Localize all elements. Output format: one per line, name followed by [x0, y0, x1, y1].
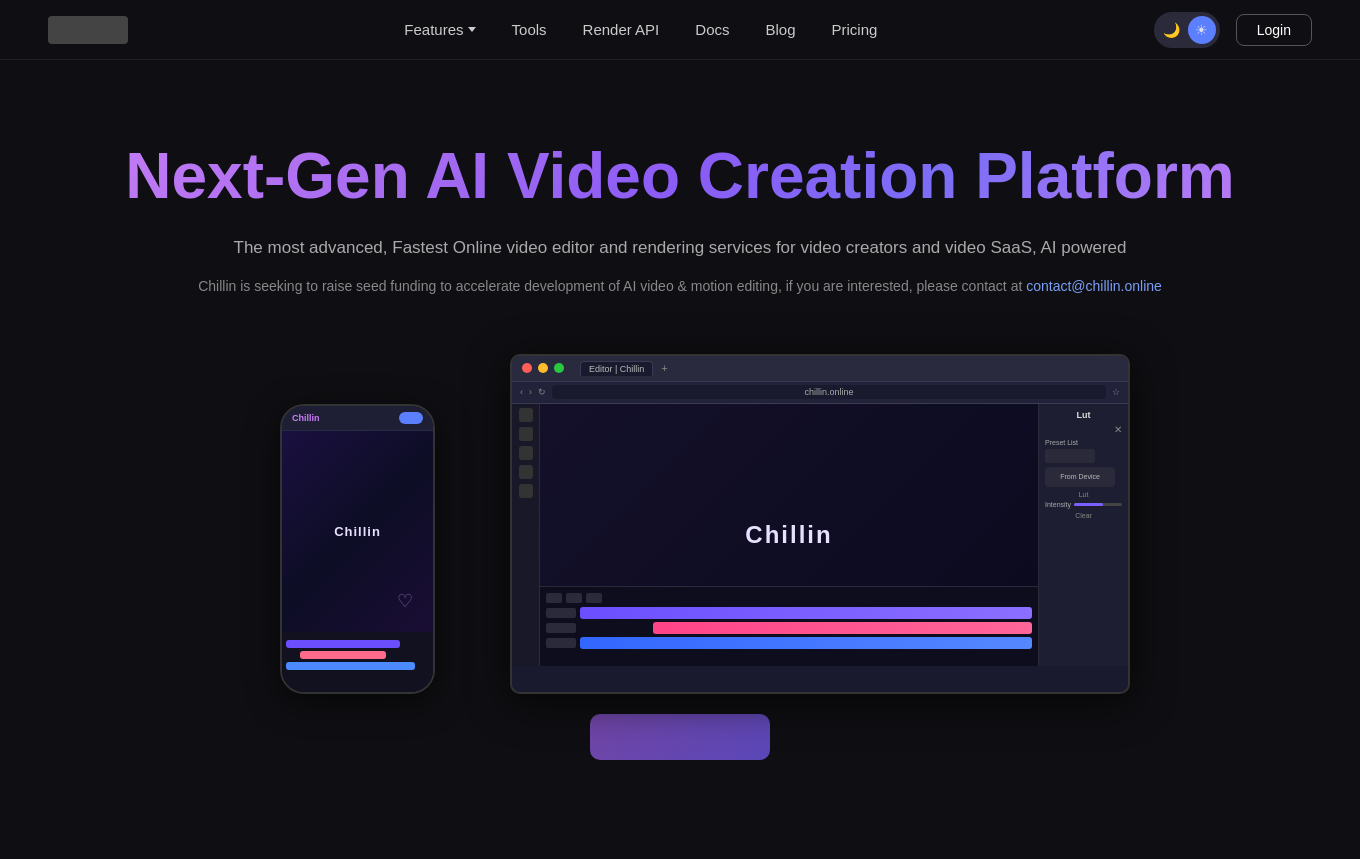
browser-tab[interactable]: Editor | Chillin	[580, 361, 653, 376]
screenshots-container: Chillin Chillin ♡	[230, 334, 1130, 694]
timeline-controls	[546, 593, 1032, 603]
phone-heart-icon: ♡	[397, 590, 413, 612]
nav-link-render-api[interactable]: Render API	[583, 21, 660, 38]
hero-subtitle: The most advanced, Fastest Online video …	[48, 238, 1312, 258]
dark-mode-button[interactable]: 🌙	[1158, 16, 1186, 44]
phone-video-area: Chillin ♡	[282, 431, 433, 632]
desktop-content: Chillin ♡	[512, 404, 1128, 666]
timeline-tracks	[546, 607, 1032, 649]
nav-item-docs[interactable]: Docs	[695, 21, 729, 39]
tool-icon-2[interactable]	[519, 427, 533, 441]
address-bar[interactable]: chillin.online	[552, 385, 1106, 399]
track-label-2	[546, 623, 576, 633]
bookmark-icon[interactable]: ☆	[1112, 387, 1120, 397]
bottom-cta-area	[48, 694, 1312, 760]
desktop-main-area: Chillin ♡	[540, 404, 1038, 666]
navbar: Features Tools Render API Docs Blog Pric…	[0, 0, 1360, 60]
light-mode-button[interactable]: ☀	[1188, 16, 1216, 44]
tool-icon-5[interactable]	[519, 484, 533, 498]
desktop-sidebar-right: Lut ✕ Preset List From Device Lut Intens…	[1038, 404, 1128, 666]
desktop-sidebar-left	[512, 404, 540, 666]
tool-icon-3[interactable]	[519, 446, 533, 460]
clear-button[interactable]: Clear	[1045, 512, 1122, 519]
intensity-slider[interactable]	[1074, 503, 1122, 506]
nav-item-pricing[interactable]: Pricing	[832, 21, 878, 39]
phone-timeline-bars	[286, 640, 429, 670]
nav-item-blog[interactable]: Blog	[765, 21, 795, 39]
theme-toggle[interactable]: 🌙 ☀	[1154, 12, 1220, 48]
phone-inner: Chillin Chillin ♡	[282, 406, 433, 692]
timeline-bar-3	[286, 662, 415, 670]
nav-link-tools[interactable]: Tools	[512, 21, 547, 38]
track-label-3	[546, 638, 576, 648]
nav-link-docs[interactable]: Docs	[695, 21, 729, 38]
desktop-mockup: Editor | Chillin + ‹ › ↻ chillin.online …	[510, 354, 1130, 694]
chevron-down-icon	[468, 27, 476, 32]
phone-video-text: Chillin	[334, 524, 381, 539]
login-button[interactable]: Login	[1236, 14, 1312, 46]
desktop-toolbar: ‹ › ↻ chillin.online ☆	[512, 382, 1128, 404]
close-dot	[522, 363, 532, 373]
intensity-slider-fill	[1074, 503, 1103, 506]
desktop-video-text: Chillin	[745, 521, 832, 549]
forward-icon[interactable]: ›	[529, 387, 532, 397]
desktop-timeline-area	[540, 586, 1038, 666]
track-row-1	[546, 607, 1032, 619]
lut-panel-title: Lut	[1045, 410, 1122, 420]
cta-button-preview[interactable]	[590, 714, 770, 760]
back-icon[interactable]: ‹	[520, 387, 523, 397]
phone-header: Chillin	[282, 406, 433, 431]
nav-link-features[interactable]: Features	[404, 21, 475, 38]
funding-text: Chillin is seeking to raise seed funding…	[198, 278, 1026, 294]
hero-section: Next-Gen AI Video Creation Platform The …	[0, 60, 1360, 800]
funding-email-link[interactable]: contact@chillin.online	[1026, 278, 1162, 294]
desktop-titlebar: Editor | Chillin +	[512, 356, 1128, 382]
track-content-2[interactable]	[653, 622, 1032, 634]
lut-label-text: Lut	[1045, 491, 1122, 498]
from-device-button[interactable]: From Device	[1045, 467, 1115, 487]
track-content-3[interactable]	[580, 637, 1032, 649]
track-content-1[interactable]	[580, 607, 1032, 619]
stop-button[interactable]	[586, 593, 602, 603]
minimize-dot	[538, 363, 548, 373]
tool-icon-4[interactable]	[519, 465, 533, 479]
phone-logo: Chillin	[292, 413, 320, 423]
nav-item-features[interactable]: Features	[404, 21, 475, 38]
reload-icon[interactable]: ↻	[538, 387, 546, 397]
hero-title: Next-Gen AI Video Creation Platform	[48, 140, 1312, 214]
play-button[interactable]	[546, 593, 562, 603]
nav-item-tools[interactable]: Tools	[512, 21, 547, 39]
track-row-2	[546, 622, 1032, 634]
browser-tab-bar: Editor | Chillin +	[580, 360, 672, 376]
lut-close-icon[interactable]: ✕	[1114, 424, 1122, 435]
new-tab-button[interactable]: +	[657, 360, 671, 376]
timeline-bar-1	[286, 640, 400, 648]
intensity-slider-row: Intensity	[1045, 501, 1122, 508]
phone-toggle	[399, 412, 423, 424]
preset-select[interactable]	[1045, 449, 1095, 463]
intensity-label: Intensity	[1045, 501, 1071, 508]
logo[interactable]	[48, 16, 128, 44]
pause-button[interactable]	[566, 593, 582, 603]
nav-label-features: Features	[404, 21, 463, 38]
nav-right: 🌙 ☀ Login	[1154, 12, 1312, 48]
track-row-3	[546, 637, 1032, 649]
timeline-bar-2	[300, 651, 386, 659]
nav-links: Features Tools Render API Docs Blog Pric…	[404, 21, 877, 39]
phone-timeline	[282, 632, 433, 692]
maximize-dot	[554, 363, 564, 373]
track-label-1	[546, 608, 576, 618]
hero-funding: Chillin is seeking to raise seed funding…	[48, 278, 1312, 294]
video-preview: Chillin	[745, 521, 832, 549]
phone-mockup: Chillin Chillin ♡	[280, 404, 435, 694]
nav-item-render-api[interactable]: Render API	[583, 21, 660, 39]
nav-link-pricing[interactable]: Pricing	[832, 21, 878, 38]
preset-list-label: Preset List	[1045, 439, 1078, 446]
lut-close-area: ✕	[1045, 424, 1122, 435]
nav-link-blog[interactable]: Blog	[765, 21, 795, 38]
tool-icon-1[interactable]	[519, 408, 533, 422]
lut-preset-row: Preset List	[1045, 439, 1122, 446]
